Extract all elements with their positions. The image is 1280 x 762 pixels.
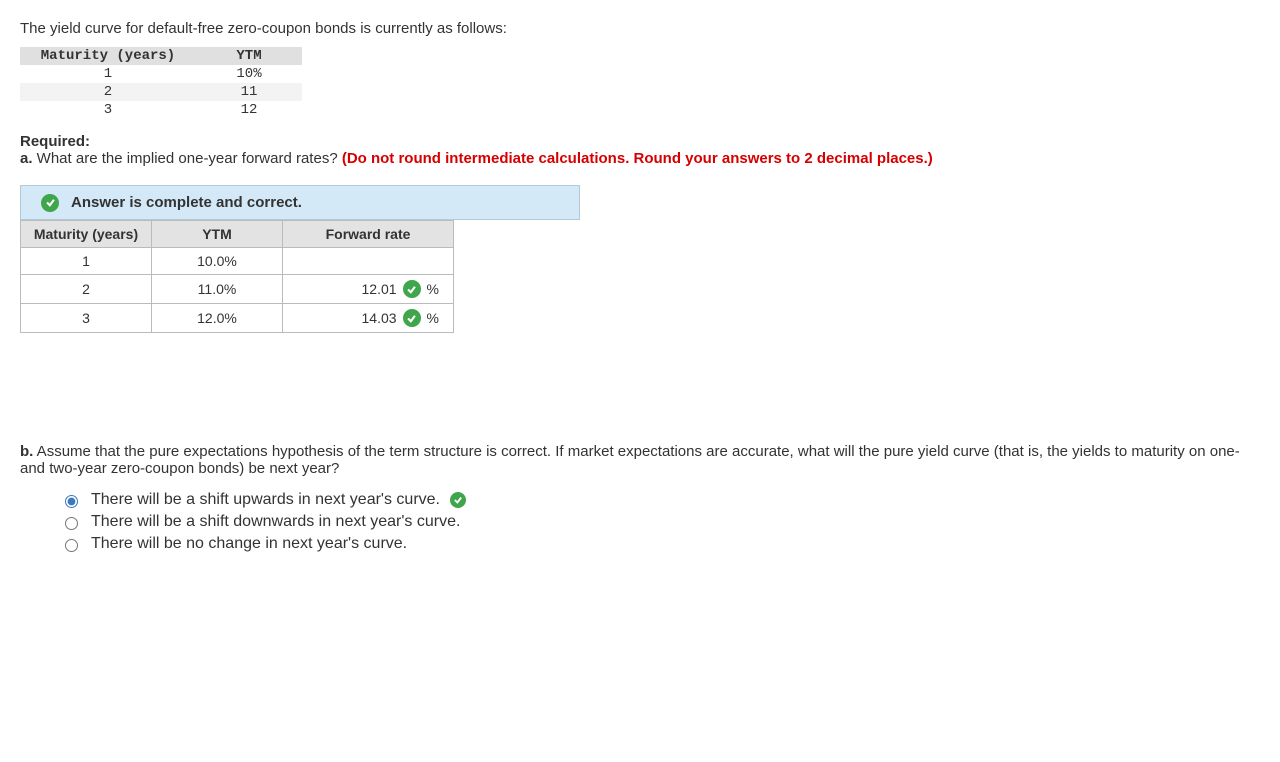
ans-header-ytm: YTM — [152, 221, 283, 248]
option-radio[interactable] — [65, 539, 78, 552]
given-cell: 2 — [20, 83, 196, 101]
ans-header-fwd: Forward rate — [283, 221, 454, 248]
check-icon — [403, 309, 421, 327]
given-cell: 3 — [20, 101, 196, 119]
options-group: There will be a shift upwards in next ye… — [60, 491, 1260, 553]
fwd-value: 12.01 — [353, 281, 397, 297]
part-a-hint: (Do not round intermediate calculations.… — [342, 150, 933, 167]
answer-table: Maturity (years) YTM Forward rate 1 10.0… — [20, 220, 454, 333]
given-cell: 10% — [196, 65, 302, 83]
check-icon — [450, 492, 466, 508]
ytm-cell: 10.0% — [152, 248, 283, 275]
option-label: There will be a shift upwards in next ye… — [91, 491, 440, 509]
fwd-cell[interactable]: 14.03 % — [283, 304, 454, 333]
banner-text: Answer is complete and correct. — [71, 194, 302, 211]
intro-text: The yield curve for default-free zero-co… — [20, 20, 1260, 37]
option-row: There will be a shift upwards in next ye… — [60, 491, 1260, 509]
given-table: Maturity (years) YTM 110% 211 312 — [20, 47, 302, 119]
pct-label: % — [427, 281, 439, 297]
option-label: There will be no change in next year's c… — [91, 535, 407, 553]
part-a-text: What are the implied one-year forward ra… — [33, 150, 342, 167]
table-row: 3 12.0% 14.03 % — [21, 304, 454, 333]
option-radio[interactable] — [65, 517, 78, 530]
option-label: There will be a shift downwards in next … — [91, 513, 460, 531]
fwd-value: 14.03 — [353, 310, 397, 326]
given-header-ytm: YTM — [196, 47, 302, 65]
check-icon — [41, 194, 59, 212]
given-header-maturity: Maturity (years) — [20, 47, 196, 65]
mat-cell: 2 — [21, 275, 152, 304]
pct-label: % — [427, 310, 439, 326]
given-cell: 11 — [196, 83, 302, 101]
answer-banner: Answer is complete and correct. — [20, 185, 580, 220]
part-b-text: Assume that the pure expectations hypoth… — [20, 443, 1240, 477]
part-b-prefix: b. — [20, 443, 33, 460]
table-row: 2 11.0% 12.01 % — [21, 275, 454, 304]
ans-header-maturity: Maturity (years) — [21, 221, 152, 248]
given-cell: 1 — [20, 65, 196, 83]
option-row: There will be no change in next year's c… — [60, 535, 1260, 553]
part-b-prompt: b. Assume that the pure expectations hyp… — [20, 443, 1260, 477]
option-radio[interactable] — [65, 495, 78, 508]
required-label: Required: — [20, 133, 1260, 150]
fwd-cell[interactable]: 12.01 % — [283, 275, 454, 304]
ytm-cell: 12.0% — [152, 304, 283, 333]
mat-cell: 3 — [21, 304, 152, 333]
fwd-cell — [283, 248, 454, 275]
part-a-prompt: a. What are the implied one-year forward… — [20, 150, 1260, 167]
option-row: There will be a shift downwards in next … — [60, 513, 1260, 531]
check-icon — [403, 280, 421, 298]
mat-cell: 1 — [21, 248, 152, 275]
table-row: 1 10.0% — [21, 248, 454, 275]
ytm-cell: 11.0% — [152, 275, 283, 304]
part-a-prefix: a. — [20, 150, 33, 167]
given-cell: 12 — [196, 101, 302, 119]
